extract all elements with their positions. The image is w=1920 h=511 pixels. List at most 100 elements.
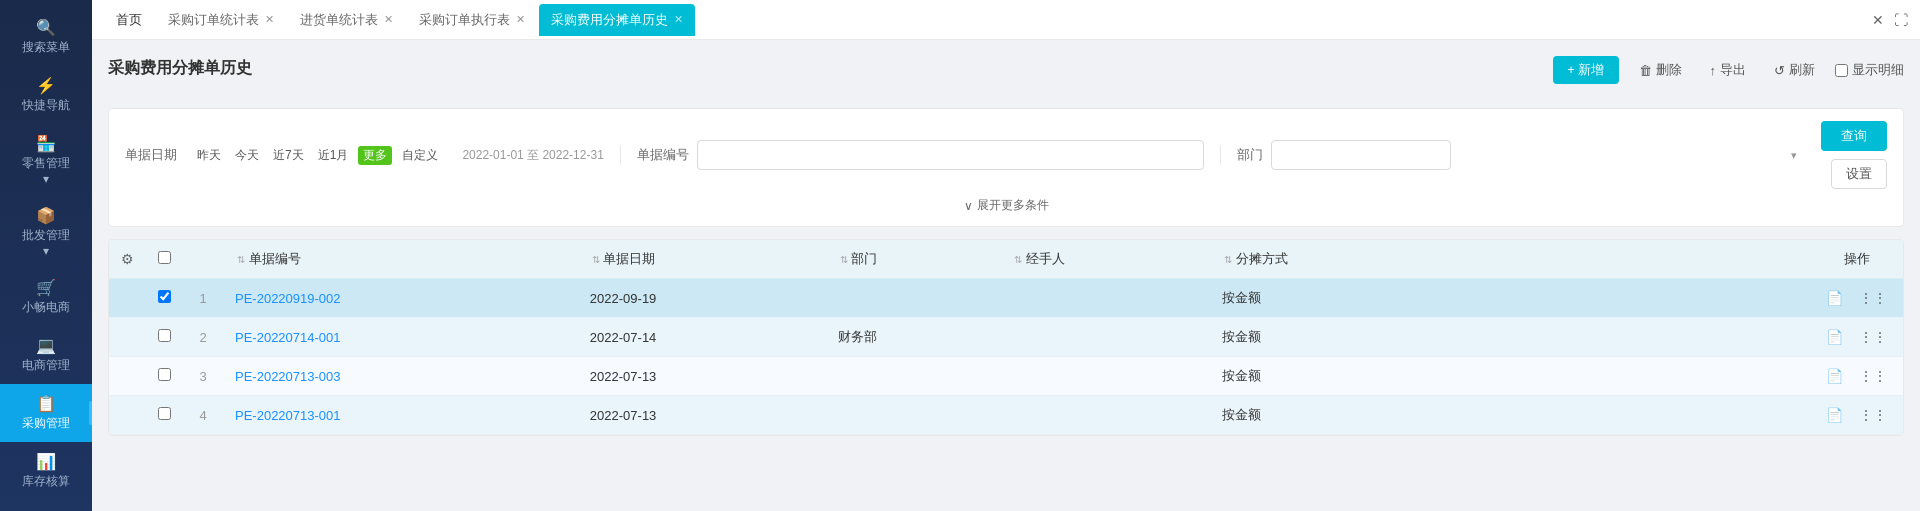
tab-label: 进货单统计表 [300, 11, 378, 29]
page-content: 采购费用分摊单历史 + 新增 🗑 🗑 删除 删除 ↑ 导出 ↺ 刷新 [92, 40, 1920, 511]
tab-label: 采购订单统计表 [168, 11, 259, 29]
sidebar-item-label: 搜索菜单 [4, 39, 88, 56]
sidebar-item-finance[interactable]: 💰 资金管理 [0, 500, 92, 511]
sort-icon: ⇅ [237, 254, 245, 265]
doc-no-link[interactable]: PE-20220919-002 [235, 291, 341, 306]
close-icon[interactable]: ✕ [265, 13, 274, 26]
filter-divider-2 [1220, 145, 1221, 165]
tab-purchase-order-exec[interactable]: 采购订单执行表 ✕ [407, 4, 537, 36]
actions-cell: 📄 ⋮⋮ [1810, 279, 1903, 318]
sort-icon: ⇅ [1224, 254, 1232, 265]
checkbox-cell [146, 318, 183, 357]
date-opt-7days[interactable]: 近7天 [269, 145, 308, 166]
more-icon[interactable]: ⋮⋮ [1855, 327, 1891, 347]
dept-select[interactable]: 财务部 [1271, 140, 1451, 170]
add-button[interactable]: + 新增 [1553, 56, 1618, 84]
handler-col-header: ⇅ 经手人 [1000, 240, 1210, 279]
date-opt-1month[interactable]: 近1月 [314, 145, 353, 166]
doc-date-cell: 2022-09-19 [578, 279, 826, 318]
handler-cell [1000, 396, 1210, 435]
more-icon[interactable]: ⋮⋮ [1855, 366, 1891, 386]
more-icon[interactable]: ⋮⋮ [1855, 405, 1891, 425]
close-icon[interactable]: ✕ [516, 13, 525, 26]
tab-purchase-fee-history[interactable]: 采购费用分摊单历史 ✕ [539, 4, 695, 36]
doc-date-cell: 2022-07-14 [578, 318, 826, 357]
sort-icon: ⇅ [840, 254, 848, 265]
delete-button[interactable]: 🗑 🗑 删除 删除 [1631, 57, 1690, 83]
select-all-checkbox[interactable] [158, 251, 171, 264]
date-opt-yesterday[interactable]: 昨天 [193, 145, 225, 166]
more-icon[interactable]: ⋮⋮ [1855, 288, 1891, 308]
edit-icon[interactable]: 📄 [1822, 405, 1847, 425]
checkbox-col-header [146, 240, 183, 279]
dept-cell [826, 357, 1000, 396]
sidebar-item-wholesale[interactable]: 📦 批发管理 ▾ [0, 196, 92, 268]
sidebar-item-label: 零售管理 [4, 155, 88, 172]
doc-no-label: 单据编号 [637, 146, 689, 164]
query-button[interactable]: 查询 [1821, 121, 1887, 151]
doc-no-filter: 单据编号 [637, 140, 1205, 170]
sidebar-item-search[interactable]: 🔍 搜索菜单 [0, 8, 92, 66]
filter-divider [620, 145, 621, 165]
dept-cell: 财务部 [826, 318, 1000, 357]
date-opt-custom[interactable]: 自定义 [398, 145, 442, 166]
close-icon[interactable]: ✕ [674, 13, 683, 26]
sidebar: 🔍 搜索菜单 ⚡ 快捷导航 🏪 零售管理 ▾ 📦 批发管理 ▾ 🛒 小畅电商 💻… [0, 0, 92, 511]
close-icon[interactable]: ✕ [384, 13, 393, 26]
table-header-row: ⚙ ⇅ 单据编号 ⇅ 单据日期 [109, 240, 1903, 279]
tab-inbound-stats[interactable]: 进货单统计表 ✕ [288, 4, 405, 36]
fullscreen-icon[interactable]: ⛶ [1894, 12, 1908, 28]
date-label: 单据日期 [125, 146, 177, 164]
table-row: 2 PE-20220714-001 2022-07-14 财务部 按金额 📄 ⋮… [109, 318, 1903, 357]
doc-no-input[interactable] [697, 140, 1205, 170]
settings-button[interactable]: 设置 [1831, 159, 1887, 189]
edit-icon[interactable]: 📄 [1822, 288, 1847, 308]
date-range-display: 2022-01-01 至 2022-12-31 [462, 147, 603, 164]
chevron-down-icon: ∨ [964, 199, 973, 213]
split-method-cell: 按金额 [1210, 279, 1810, 318]
show-columns-input[interactable] [1835, 64, 1848, 77]
config-cell [109, 396, 146, 435]
action-buttons: 📄 ⋮⋮ [1822, 288, 1891, 308]
sidebar-item-purchase[interactable]: 📋 采购管理 [0, 384, 92, 442]
split-method-cell: 按金额 [1210, 396, 1810, 435]
doc-no-link[interactable]: PE-20220713-003 [235, 369, 341, 384]
ecommerce-icon: 💻 [36, 337, 56, 354]
sidebar-item-label: 电商管理 [4, 357, 88, 374]
row-checkbox[interactable] [158, 407, 171, 420]
tab-purchase-order-stats[interactable]: 采购订单统计表 ✕ [156, 4, 286, 36]
show-columns-checkbox[interactable]: □ 显示明细 显示明细 [1835, 61, 1904, 79]
edit-icon[interactable]: 📄 [1822, 366, 1847, 386]
sort-icon: ⇅ [1014, 254, 1022, 265]
data-table: ⚙ ⇅ 单据编号 ⇅ 单据日期 [108, 239, 1904, 436]
close-all-icon[interactable]: ✕ [1872, 12, 1884, 28]
sidebar-item-retail[interactable]: 🏪 零售管理 ▾ [0, 124, 92, 196]
action-buttons: 📄 ⋮⋮ [1822, 366, 1891, 386]
retail-icon: 🏪 [36, 135, 56, 152]
config-cell [109, 318, 146, 357]
sidebar-item-label: 库存核算 [4, 473, 88, 490]
table-row: 3 PE-20220713-003 2022-07-13 按金额 📄 ⋮⋮ [109, 357, 1903, 396]
row-checkbox[interactable] [158, 290, 171, 303]
doc-no-link[interactable]: PE-20220714-001 [235, 330, 341, 345]
expand-more-btn[interactable]: ∨ 展开更多条件 [125, 197, 1887, 214]
wholesale-icon: 📦 [36, 207, 56, 224]
export-button[interactable]: ↑ 导出 [1702, 57, 1755, 83]
sidebar-item-inventory[interactable]: 📊 库存核算 [0, 442, 92, 500]
row-checkbox[interactable] [158, 329, 171, 342]
tab-home[interactable]: 首页 [104, 4, 154, 36]
gear-icon[interactable]: ⚙ [121, 251, 134, 267]
filter-bar: 单据日期 昨天 今天 近7天 近1月 更多 自定义 2022-01-01 至 2… [108, 108, 1904, 227]
sidebar-item-quick-nav[interactable]: ⚡ 快捷导航 [0, 66, 92, 124]
refresh-button[interactable]: ↺ 刷新 [1766, 57, 1823, 83]
date-opt-more[interactable]: 更多 [358, 146, 392, 165]
sidebar-item-mini-shop[interactable]: 🛒 小畅电商 [0, 268, 92, 326]
sidebar-item-ecommerce[interactable]: 💻 电商管理 [0, 326, 92, 384]
edit-icon[interactable]: 📄 [1822, 327, 1847, 347]
checkbox-cell [146, 357, 183, 396]
dept-select-wrapper: 财务部 [1271, 140, 1805, 170]
handler-cell [1000, 318, 1210, 357]
row-checkbox[interactable] [158, 368, 171, 381]
doc-no-link[interactable]: PE-20220713-001 [235, 408, 341, 423]
date-opt-today[interactable]: 今天 [231, 145, 263, 166]
